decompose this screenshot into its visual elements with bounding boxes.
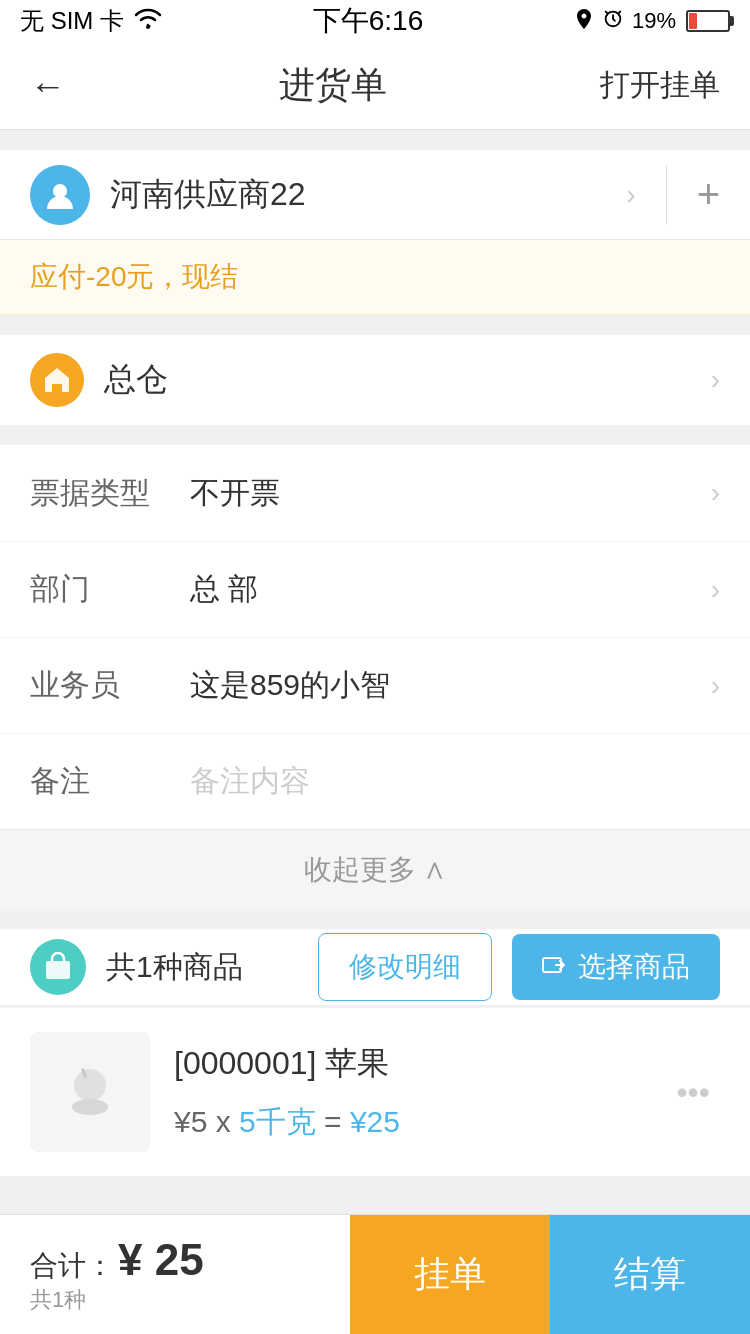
alarm-icon — [602, 7, 624, 35]
svg-rect-3 — [52, 384, 62, 392]
invoice-label: 票据类型 — [30, 473, 170, 514]
equals-sign: = — [316, 1105, 350, 1138]
warehouse-section: 总仓 › — [0, 335, 750, 425]
remark-input[interactable]: 备注内容 — [170, 761, 720, 802]
modify-detail-button[interactable]: 修改明细 — [318, 933, 492, 1001]
status-time: 下午6:16 — [313, 2, 424, 40]
dept-chevron-icon: › — [711, 574, 720, 606]
section-divider-3 — [0, 425, 750, 445]
select-product-button[interactable]: 选择商品 — [512, 934, 720, 1000]
sales-row[interactable]: 业务员 这是859的小智 › — [0, 637, 750, 733]
svg-point-0 — [146, 25, 150, 29]
subtotal-value: ¥25 — [350, 1105, 400, 1138]
back-button[interactable]: ← — [30, 65, 66, 107]
svg-rect-4 — [46, 961, 70, 979]
product-code: [0000001] — [174, 1045, 325, 1081]
supplier-vertical-divider — [666, 165, 667, 225]
product-title: 苹果 — [325, 1045, 389, 1081]
product-name: [0000001] 苹果 — [174, 1042, 666, 1086]
svg-point-2 — [53, 184, 67, 198]
svg-point-6 — [74, 1069, 106, 1101]
product-thumbnail — [30, 1032, 150, 1152]
collapse-text: 收起更多 ∧ — [304, 851, 447, 889]
section-divider-2 — [0, 315, 750, 335]
section-divider-1 — [0, 130, 750, 150]
total-amount: ¥ 25 — [118, 1235, 204, 1285]
checkout-button[interactable]: 结算 — [550, 1215, 750, 1334]
supplier-section: 河南供应商22 › + 应付-20元，现结 — [0, 150, 750, 315]
product-count-text: 共1种商品 — [106, 947, 318, 988]
product-item: [0000001] 苹果 ¥5 x 5千克 = ¥25 ••• — [0, 1007, 750, 1176]
invoice-row[interactable]: 票据类型 不开票 › — [0, 445, 750, 541]
warehouse-row[interactable]: 总仓 › — [0, 335, 750, 425]
product-info: [0000001] 苹果 ¥5 x 5千克 = ¥25 — [174, 1042, 666, 1143]
supplier-row[interactable]: 河南供应商22 › + — [0, 150, 750, 240]
payment-notice: 应付-20元，现结 — [0, 240, 750, 315]
sales-label: 业务员 — [30, 665, 170, 706]
dept-value: 总 部 — [170, 569, 711, 610]
location-icon — [574, 7, 594, 35]
unit-price: ¥5 x — [174, 1105, 239, 1138]
status-right: 19% — [574, 7, 730, 35]
invoice-chevron-icon: › — [711, 477, 720, 509]
invoice-value: 不开票 — [170, 473, 711, 514]
product-icon — [30, 939, 86, 995]
warehouse-name: 总仓 — [104, 358, 711, 402]
dept-row[interactable]: 部门 总 部 › — [0, 541, 750, 637]
hang-label: 挂单 — [414, 1250, 486, 1299]
sales-value: 这是859的小智 — [170, 665, 711, 706]
battery-icon — [686, 10, 730, 32]
battery-percent: 19% — [632, 8, 676, 34]
svg-point-7 — [72, 1099, 108, 1115]
remark-row[interactable]: 备注 备注内容 — [0, 733, 750, 829]
hang-button[interactable]: 挂单 — [350, 1215, 550, 1334]
warehouse-icon — [30, 353, 84, 407]
add-supplier-button[interactable]: + — [697, 172, 720, 217]
total-label: 合计： — [30, 1247, 114, 1285]
select-product-label: 选择商品 — [578, 948, 690, 986]
form-section: 票据类型 不开票 › 部门 总 部 › 业务员 这是859的小智 › 备注 备注… — [0, 445, 750, 829]
collapse-more-button[interactable]: 收起更多 ∧ — [0, 829, 750, 909]
nav-bar: ← 进货单 打开挂单 — [0, 42, 750, 130]
supplier-name: 河南供应商22 — [110, 173, 626, 217]
status-left: 无 SIM 卡 — [20, 5, 162, 37]
supplier-chevron-icon: › — [626, 179, 635, 211]
product-header: 共1种商品 修改明细 选择商品 — [0, 909, 750, 1005]
dept-label: 部门 — [30, 569, 170, 610]
carrier-text: 无 SIM 卡 — [20, 5, 124, 37]
product-price-detail: ¥5 x 5千克 = ¥25 — [174, 1102, 666, 1143]
page-title: 进货单 — [279, 61, 387, 110]
total-count: 共1种 — [30, 1285, 350, 1315]
open-pending-button[interactable]: 打开挂单 — [600, 65, 720, 106]
checkout-label: 结算 — [614, 1250, 686, 1299]
remark-label: 备注 — [30, 761, 170, 802]
supplier-avatar — [30, 165, 90, 225]
warehouse-chevron-icon: › — [711, 364, 720, 396]
wifi-icon — [134, 7, 162, 35]
bottom-bar: 合计： ¥ 25 共1种 挂单 结算 — [0, 1214, 750, 1334]
product-more-button[interactable]: ••• — [666, 1064, 720, 1121]
sales-chevron-icon: › — [711, 670, 720, 702]
quantity-value: 5千克 — [239, 1105, 316, 1138]
total-section: 合计： ¥ 25 共1种 — [0, 1215, 350, 1334]
status-bar: 无 SIM 卡 下午6:16 19% — [0, 0, 750, 42]
